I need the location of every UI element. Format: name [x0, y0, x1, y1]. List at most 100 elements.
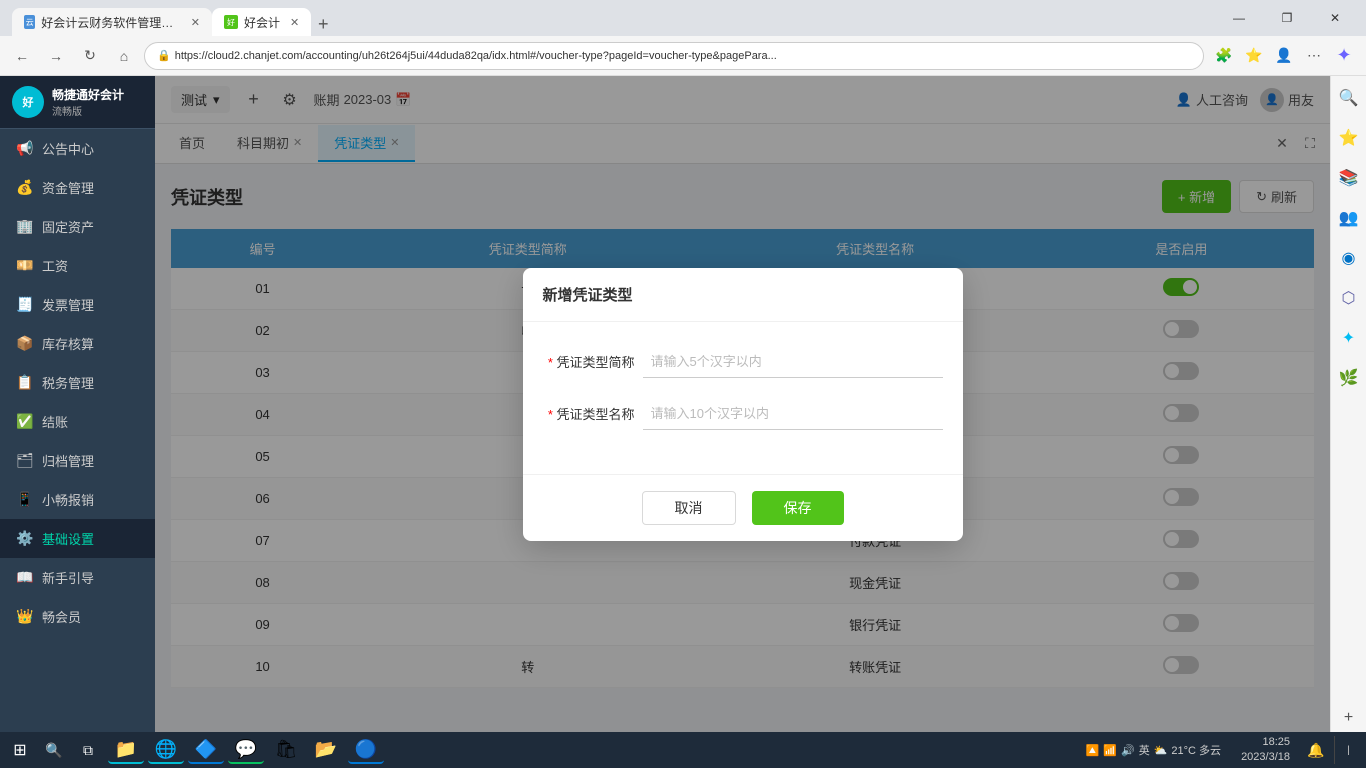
taskbar-explorer[interactable]: 📁: [108, 736, 144, 764]
browser-tab-1[interactable]: 云 好会计云财务软件管理系统_会计 ✕: [12, 8, 212, 36]
sidebar-item-tax[interactable]: 📋 税务管理: [0, 363, 155, 402]
notification-button[interactable]: 🔔: [1302, 736, 1330, 764]
payroll-icon: 💴: [16, 257, 34, 275]
add-voucher-type-modal: 新增凭证类型 凭证类型简称 凭证类型名称 取消 保存: [523, 268, 963, 541]
right-plus-button[interactable]: +: [1335, 704, 1363, 732]
name-input[interactable]: [643, 398, 943, 430]
member-icon: 👑: [16, 608, 34, 626]
browser-maximize-button[interactable]: ❐: [1264, 0, 1310, 36]
taskbar-edge[interactable]: 🔷: [188, 736, 224, 764]
sidebar-item-inventory[interactable]: 📦 库存核算: [0, 324, 155, 363]
extensions-icon[interactable]: 🧩: [1210, 42, 1238, 70]
url-bar[interactable]: 🔒 https://cloud2.chanjet.com/accounting/…: [144, 42, 1204, 70]
right-outlook-button[interactable]: ◉: [1335, 244, 1363, 272]
browser-title-bar: 云 好会计云财务软件管理系统_会计 ✕ 好 好会计 ✕ + — ❐ ✕: [0, 0, 1366, 36]
sidebar-item-guide[interactable]: 📖 新手引导: [0, 558, 155, 597]
sidebar-item-announcement[interactable]: 📢 公告中心: [0, 129, 155, 168]
taskbar-sys-icons: 🔼 📶 🔊 英 ⛅ 21°C 多云: [1078, 742, 1229, 758]
taskbar-store[interactable]: 🛍: [268, 736, 304, 764]
browser-close-button[interactable]: ✕: [1312, 0, 1358, 36]
taskbar-search-button[interactable]: 🔍: [40, 736, 68, 764]
expense-icon: 📱: [16, 491, 34, 509]
home-button[interactable]: ⌂: [110, 42, 138, 70]
taskbar-volume-icon[interactable]: 🔊: [1121, 744, 1135, 757]
browser-minimize-button[interactable]: —: [1216, 0, 1262, 36]
start-button[interactable]: ⊞: [4, 736, 36, 764]
right-user-button[interactable]: 👥: [1335, 204, 1363, 232]
search-sidebar-icon[interactable]: ✦: [1330, 42, 1358, 70]
checkout-icon: ✅: [16, 413, 34, 431]
time-display: 18:25: [1241, 735, 1290, 750]
sidebar-item-tax-label: 税务管理: [42, 373, 94, 392]
archive-icon: 🗂: [16, 452, 34, 470]
browser-tab-2[interactable]: 好 好会计 ✕: [212, 8, 311, 36]
right-collection-button[interactable]: 📚: [1335, 164, 1363, 192]
sidebar-item-fixed-assets[interactable]: 🏢 固定资产: [0, 207, 155, 246]
show-desktop-button[interactable]: |: [1334, 736, 1362, 764]
reload-button[interactable]: ↻: [76, 42, 104, 70]
taskbar: ⊞ 🔍 ⧉ 📁 🌐 🔷 💬 🛍 📂 🔵 🔼 📶 🔊 英 ⛅ 21°C 多云 18…: [0, 732, 1366, 768]
sidebar: 好 畅捷通好会计 流畅版 📢 公告中心 💰 资金管理 🏢 固定资产 💴 工资 🧾…: [0, 76, 155, 768]
right-teams-button[interactable]: ⬡: [1335, 284, 1363, 312]
sidebar-logo: 好 畅捷通好会计 流畅版: [0, 76, 155, 129]
taskbar-files[interactable]: 📂: [308, 736, 344, 764]
sidebar-item-invoice-label: 发票管理: [42, 295, 94, 314]
guide-icon: 📖: [16, 569, 34, 587]
modal-overlay: 新增凭证类型 凭证类型简称 凭证类型名称 取消 保存: [155, 76, 1330, 732]
tab-close-1[interactable]: ✕: [191, 16, 200, 29]
tab-close-2[interactable]: ✕: [290, 16, 299, 29]
capital-icon: 💰: [16, 179, 34, 197]
taskbar-lang-icon[interactable]: 英: [1139, 742, 1150, 758]
abbr-label: 凭证类型简称: [543, 352, 643, 371]
settings-icon[interactable]: ⋯: [1300, 42, 1328, 70]
taskbar-edge2[interactable]: 🔵: [348, 736, 384, 764]
abbr-input[interactable]: [643, 346, 943, 378]
sidebar-item-archive-label: 归档管理: [42, 451, 94, 470]
browser-toolbar: 🧩 ⭐ 👤 ⋯ ✦: [1210, 42, 1358, 70]
sidebar-item-payroll[interactable]: 💴 工资: [0, 246, 155, 285]
bookmark-icon[interactable]: ⭐: [1240, 42, 1268, 70]
logo-subtitle: 流畅版: [52, 103, 124, 118]
modal-header: 新增凭证类型: [523, 268, 963, 322]
sidebar-item-expense-label: 小畅报销: [42, 490, 94, 509]
back-button[interactable]: ←: [8, 42, 36, 70]
new-tab-button[interactable]: +: [311, 12, 335, 36]
right-app-button[interactable]: ✦: [1335, 324, 1363, 352]
right-search-button[interactable]: 🔍: [1335, 84, 1363, 112]
save-button[interactable]: 保存: [752, 491, 844, 525]
invoice-icon: 🧾: [16, 296, 34, 314]
sidebar-item-expense[interactable]: 📱 小畅报销: [0, 480, 155, 519]
taskbar-chevron-icon[interactable]: 🔼: [1086, 744, 1100, 757]
settings-nav-icon: ⚙️: [16, 530, 34, 548]
sidebar-item-invoice[interactable]: 🧾 发票管理: [0, 285, 155, 324]
sidebar-item-member[interactable]: 👑 畅会员: [0, 597, 155, 636]
sidebar-item-settings[interactable]: ⚙️ 基础设置: [0, 519, 155, 558]
sidebar-item-guide-label: 新手引导: [42, 568, 94, 587]
lock-icon: 🔒: [157, 49, 171, 62]
taskbar-time: 18:25 2023/3/18: [1233, 735, 1298, 766]
profile-icon[interactable]: 👤: [1270, 42, 1298, 70]
forward-button[interactable]: →: [42, 42, 70, 70]
address-bar: ← → ↻ ⌂ 🔒 https://cloud2.chanjet.com/acc…: [0, 36, 1366, 76]
right-leaf-button[interactable]: 🌿: [1335, 364, 1363, 392]
sidebar-item-checkout-label: 结账: [42, 412, 68, 431]
inventory-icon: 📦: [16, 335, 34, 353]
tab-favicon-1: 云: [24, 15, 35, 29]
abbr-field: 凭证类型简称: [543, 346, 943, 378]
cancel-button[interactable]: 取消: [642, 491, 736, 525]
sidebar-item-capital[interactable]: 💰 资金管理: [0, 168, 155, 207]
taskbar-wechat[interactable]: 💬: [228, 736, 264, 764]
sidebar-item-inventory-label: 库存核算: [42, 334, 94, 353]
taskbar-chrome[interactable]: 🌐: [148, 736, 184, 764]
sidebar-item-archive[interactable]: 🗂 归档管理: [0, 441, 155, 480]
logo-text-container: 畅捷通好会计 流畅版: [52, 86, 124, 118]
tab-favicon-2: 好: [224, 15, 238, 29]
right-star-button[interactable]: ⭐: [1335, 124, 1363, 152]
date-display: 2023/3/18: [1241, 750, 1290, 765]
sidebar-item-payroll-label: 工资: [42, 256, 68, 275]
modal-title: 新增凭证类型: [543, 284, 633, 305]
sidebar-item-checkout[interactable]: ✅ 结账: [0, 402, 155, 441]
sidebar-item-member-label: 畅会员: [42, 607, 81, 626]
tab-bar: 云 好会计云财务软件管理系统_会计 ✕ 好 好会计 ✕ +: [8, 0, 1212, 36]
task-view-button[interactable]: ⧉: [72, 736, 104, 764]
